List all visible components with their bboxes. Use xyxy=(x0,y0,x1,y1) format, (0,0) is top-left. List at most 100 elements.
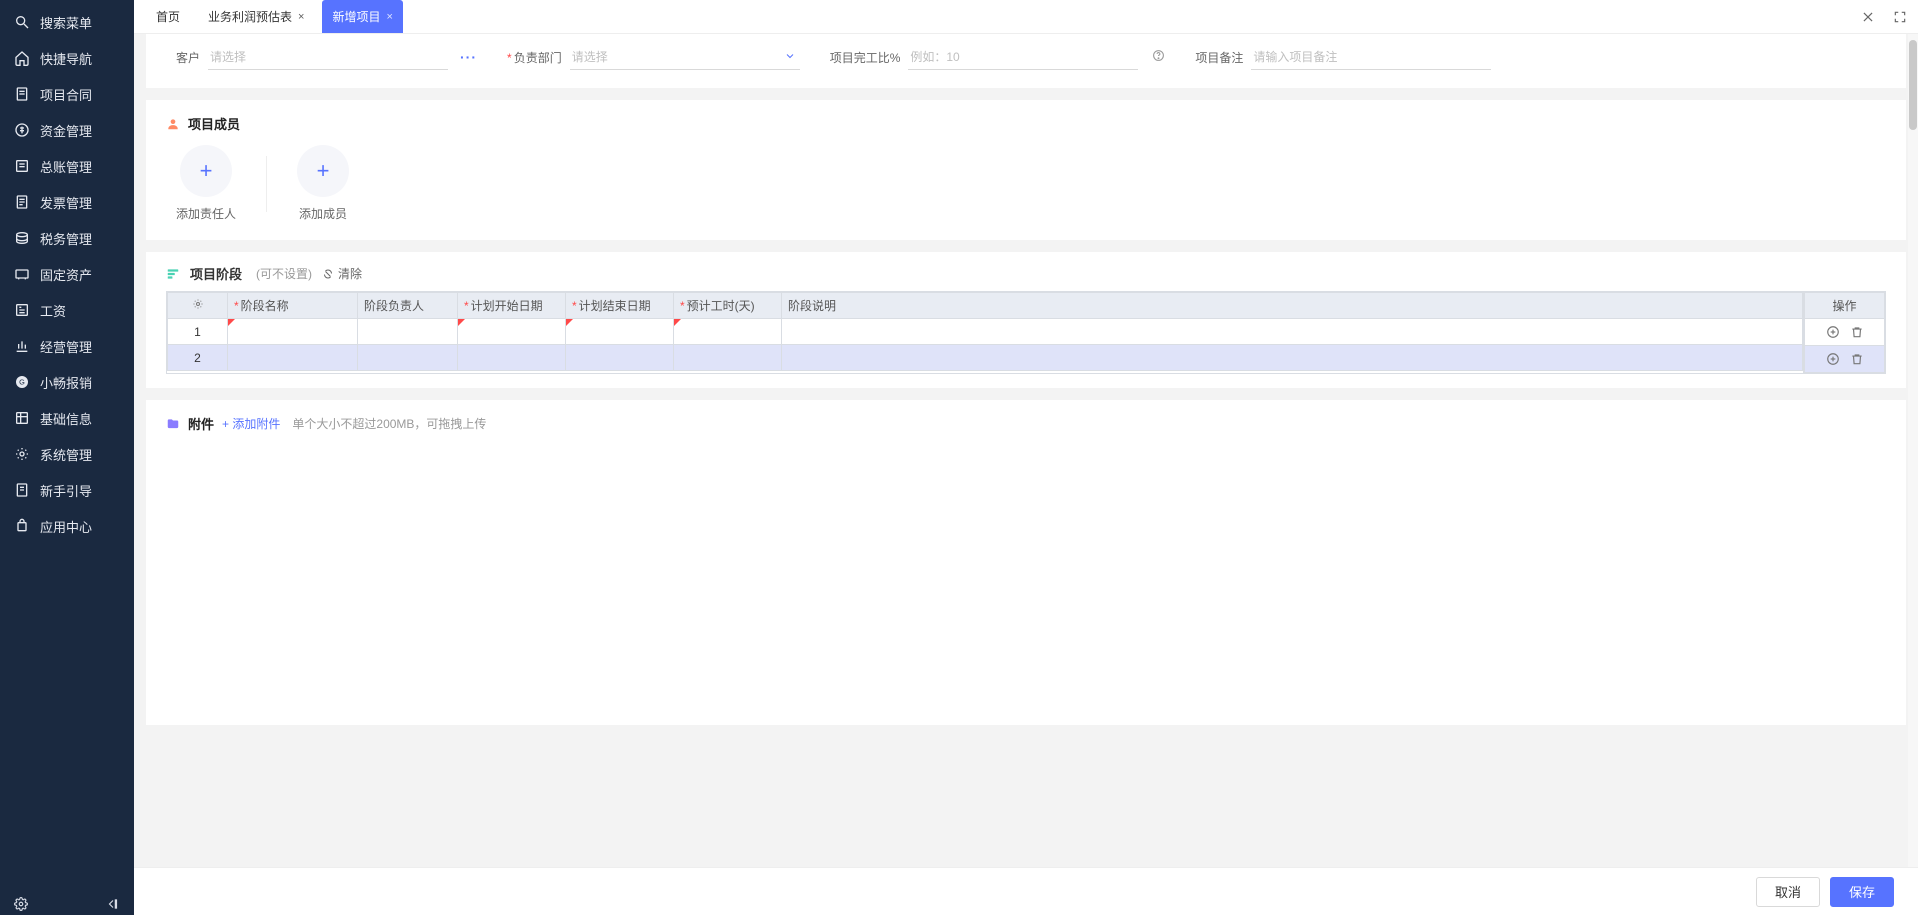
cell-desc[interactable] xyxy=(782,345,1803,371)
cell-start[interactable] xyxy=(458,319,566,345)
sidebar-item-invoice[interactable]: 发票管理 xyxy=(0,184,134,220)
attachments-hint: 单个大小不超过200MB，可拖拽上传 xyxy=(292,415,486,432)
gear-icon[interactable] xyxy=(14,897,28,911)
delete-row-icon[interactable] xyxy=(1850,325,1864,339)
help-icon[interactable] xyxy=(1152,49,1165,65)
sidebar-item-system[interactable]: 系统管理 xyxy=(0,436,134,472)
add-row-icon[interactable] xyxy=(1826,325,1840,339)
cell-desc[interactable] xyxy=(782,319,1803,345)
sidebar-item-funds[interactable]: 资金管理 xyxy=(0,112,134,148)
th-desc: 阶段说明 xyxy=(782,293,1803,319)
sidebar-item-tax[interactable]: 税务管理 xyxy=(0,220,134,256)
ops-row xyxy=(1805,346,1885,373)
sidebar-item-label: 工资 xyxy=(40,301,66,320)
pct-input[interactable] xyxy=(908,44,1138,70)
sidebar-search-label: 搜索菜单 xyxy=(40,13,92,32)
customer-select[interactable] xyxy=(208,44,448,70)
th-hours: *预计工时(天) xyxy=(674,293,782,319)
invoice-icon xyxy=(14,194,30,210)
sidebar-item-label: 项目合同 xyxy=(40,85,92,104)
cell-name[interactable] xyxy=(228,319,358,345)
scrollbar[interactable] xyxy=(1908,34,1918,867)
tab-label: 首页 xyxy=(156,8,180,25)
add-member-button[interactable]: + xyxy=(297,145,349,197)
cell-start[interactable] xyxy=(458,345,566,371)
ops-column: 操作 xyxy=(1803,292,1885,373)
fullscreen-icon[interactable] xyxy=(1890,7,1910,27)
expense-icon: G xyxy=(14,374,30,390)
sidebar-item-expense[interactable]: G 小畅报销 xyxy=(0,364,134,400)
th-start: *计划开始日期 xyxy=(458,293,566,319)
sidebar-item-apps[interactable]: 应用中心 xyxy=(0,508,134,544)
add-owner-button[interactable]: + xyxy=(180,145,232,197)
sidebar-item-salary[interactable]: 工资 xyxy=(0,292,134,328)
plus-icon: + xyxy=(222,417,229,431)
add-member-label: 添加成员 xyxy=(299,205,347,222)
apps-icon xyxy=(14,518,30,534)
field-dept: *负责部门 xyxy=(507,44,800,70)
ops-row xyxy=(1805,319,1885,346)
cell-person[interactable] xyxy=(358,345,458,371)
th-gear[interactable] xyxy=(168,293,228,319)
project-basic-card: 客户 ··· *负责部门 xyxy=(146,34,1906,88)
chart-icon xyxy=(14,338,30,354)
tab-newproj[interactable]: 新增项目 × xyxy=(322,0,402,33)
row-index: 2 xyxy=(168,345,228,371)
sidebar-item-label: 总账管理 xyxy=(40,157,92,176)
add-member-block: + 添加成员 xyxy=(297,145,349,222)
sidebar-item-guide[interactable]: 新手引导 xyxy=(0,472,134,508)
cell-person[interactable] xyxy=(358,319,458,345)
members-card: 项目成员 + 添加责任人 + 添加成员 xyxy=(146,100,1906,240)
dept-label: 负责部门 xyxy=(514,51,562,65)
stages-hint: (可不设置) xyxy=(256,265,312,282)
customer-label: 客户 xyxy=(176,49,200,66)
tab-close-icon[interactable]: × xyxy=(386,11,392,23)
add-attachment-button[interactable]: + 添加附件 xyxy=(222,415,280,432)
sidebar-item-operate[interactable]: 经营管理 xyxy=(0,328,134,364)
svg-text:G: G xyxy=(19,378,25,387)
th-name: *阶段名称 xyxy=(228,293,358,319)
sidebar-item-contract[interactable]: 项目合同 xyxy=(0,76,134,112)
remark-input[interactable] xyxy=(1251,44,1491,70)
th-ops: 操作 xyxy=(1805,293,1885,319)
sidebar-item-assets[interactable]: 固定资产 xyxy=(0,256,134,292)
customer-more-icon[interactable]: ··· xyxy=(460,49,477,65)
divider xyxy=(266,156,267,212)
salary-icon xyxy=(14,302,30,318)
cell-end[interactable] xyxy=(566,319,674,345)
cell-hours[interactable] xyxy=(674,319,782,345)
sidebar-item-master[interactable]: 基础信息 xyxy=(0,400,134,436)
search-icon xyxy=(14,14,30,30)
system-icon xyxy=(14,446,30,462)
sidebar-item-label: 系统管理 xyxy=(40,445,92,464)
add-row-icon[interactable] xyxy=(1826,352,1840,366)
table-row[interactable]: 1 xyxy=(168,319,1803,345)
stages-card: 项目阶段 (可不设置) 清除 xyxy=(146,252,1906,388)
tab-label: 业务利润预估表 xyxy=(208,8,292,25)
dept-select[interactable] xyxy=(570,44,800,70)
sidebar-item-quicknav[interactable]: 快捷导航 xyxy=(0,40,134,76)
delete-row-icon[interactable] xyxy=(1850,352,1864,366)
tab-home[interactable]: 首页 xyxy=(146,0,190,33)
add-owner-block: + 添加责任人 xyxy=(176,145,236,222)
th-end: *计划结束日期 xyxy=(566,293,674,319)
sidebar-item-label: 经营管理 xyxy=(40,337,92,356)
sidebar-item-label: 税务管理 xyxy=(40,229,92,248)
cell-hours[interactable] xyxy=(674,345,782,371)
sidebar-item-label: 固定资产 xyxy=(40,265,92,284)
clear-button[interactable]: 清除 xyxy=(322,265,362,282)
sidebar-item-ledger[interactable]: 总账管理 xyxy=(0,148,134,184)
cell-end[interactable] xyxy=(566,345,674,371)
sidebar-search[interactable]: 搜索菜单 xyxy=(0,4,134,40)
scrollbar-thumb[interactable] xyxy=(1909,40,1917,130)
collapse-icon[interactable] xyxy=(106,897,120,911)
cancel-button[interactable]: 取消 xyxy=(1756,877,1820,907)
close-all-icon[interactable] xyxy=(1858,7,1878,27)
guide-icon xyxy=(14,482,30,498)
tab-estimate[interactable]: 业务利润预估表 × xyxy=(198,0,314,33)
tab-close-icon[interactable]: × xyxy=(298,11,304,23)
save-button[interactable]: 保存 xyxy=(1830,877,1894,907)
th-person: 阶段负责人 xyxy=(358,293,458,319)
cell-name[interactable] xyxy=(228,345,358,371)
table-row[interactable]: 2 xyxy=(168,345,1803,371)
